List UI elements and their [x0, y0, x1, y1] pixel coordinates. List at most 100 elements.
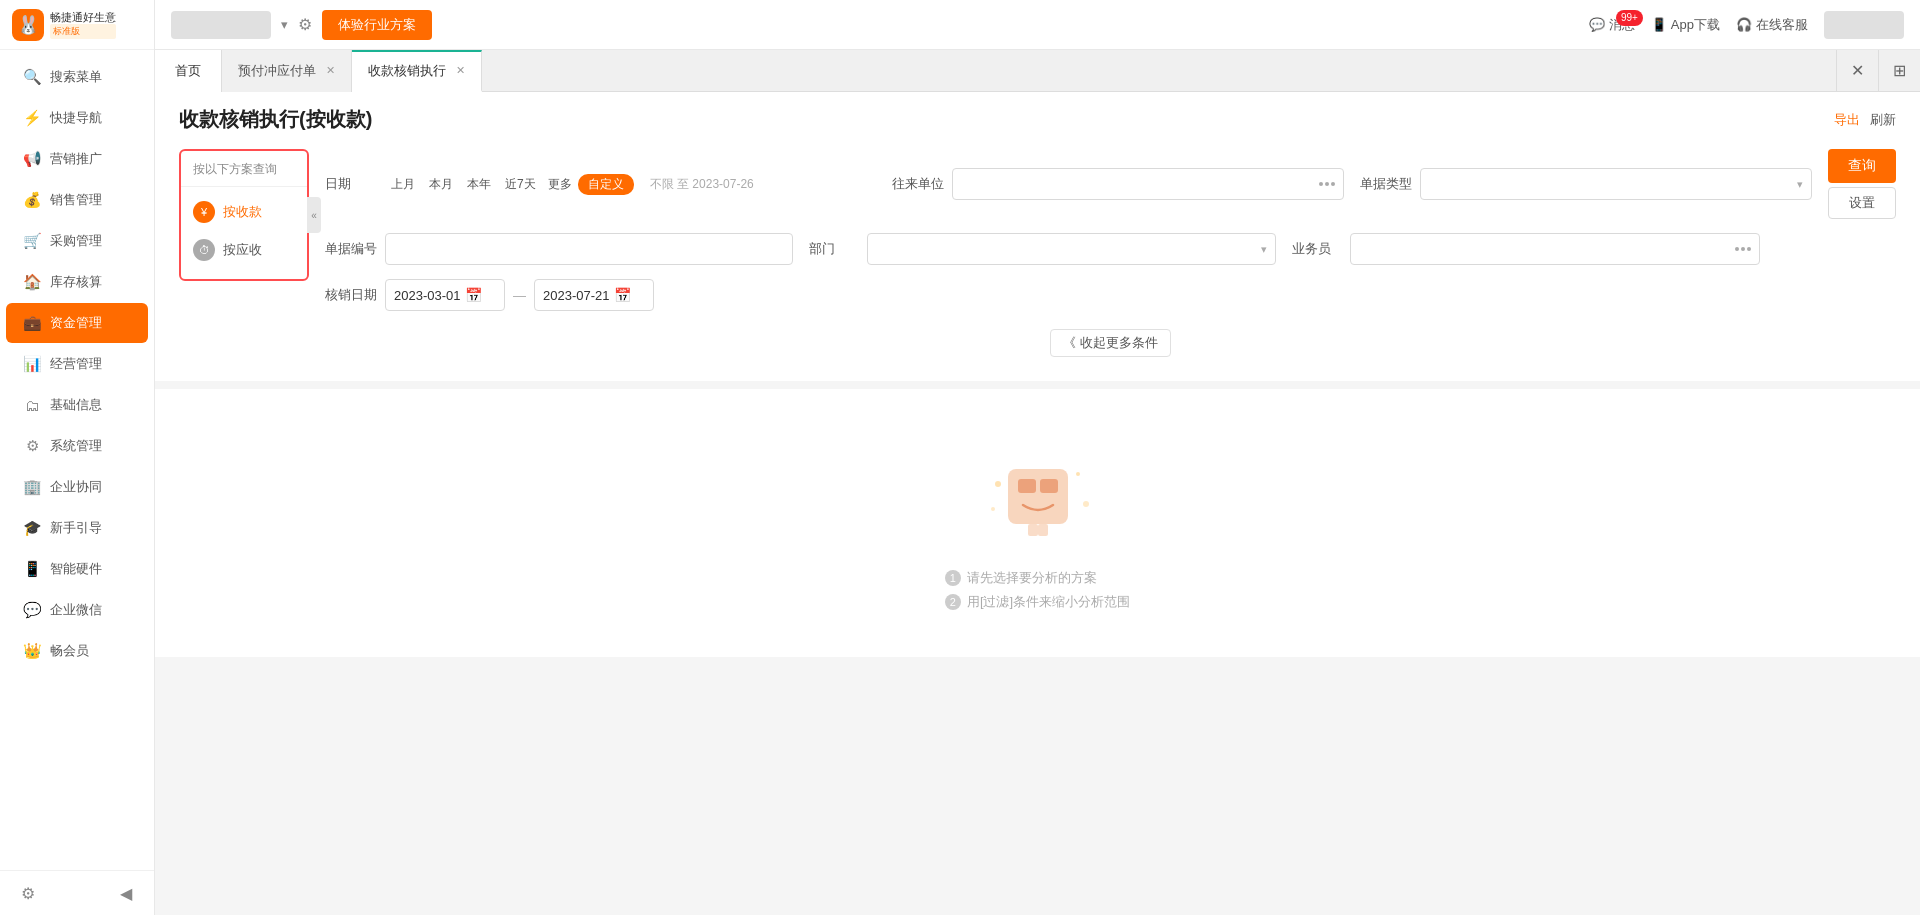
sidebar-item-marketing[interactable]: 📢 营销推广 — [6, 139, 148, 179]
query-button[interactable]: 查询 — [1828, 149, 1896, 183]
tab-prepay[interactable]: 预付冲应付单 ✕ — [222, 50, 352, 92]
filter-by-receipt-label: 按收款 — [223, 203, 262, 221]
receivable-icon: ⏱ — [193, 239, 215, 261]
sidebar-item-inventory[interactable]: 🏠 库存核算 — [6, 262, 148, 302]
staff-dot2 — [1741, 247, 1745, 251]
tab-home[interactable]: 首页 — [155, 50, 222, 92]
sidebar-item-sales[interactable]: 💰 销售管理 — [6, 180, 148, 220]
verify-date-start-calendar-icon[interactable]: 📅 — [465, 287, 482, 303]
collapse-sidebar-icon[interactable]: ◀ — [114, 881, 138, 905]
topbar-chevron-icon[interactable]: ▾ — [281, 17, 288, 32]
export-button[interactable]: 导出 — [1834, 111, 1860, 129]
counterpart-label: 往来单位 — [892, 175, 944, 193]
counterpart-input[interactable] — [952, 168, 1344, 200]
sidebar-item-search[interactable]: 🔍 搜索菜单 — [6, 57, 148, 97]
service-icon: 🎧 — [1736, 17, 1752, 32]
message-icon: 💬 — [1589, 17, 1605, 32]
sidebar-item-quicknav[interactable]: ⚡ 快捷导航 — [6, 98, 148, 138]
sidebar-label-wechat: 企业微信 — [50, 601, 102, 619]
date-last-month-btn[interactable]: 上月 — [385, 174, 421, 195]
sidebar-item-member[interactable]: 👑 畅会员 — [6, 631, 148, 671]
industry-solution-button[interactable]: 体验行业方案 — [322, 10, 432, 40]
settings-button[interactable]: 设置 — [1828, 187, 1896, 219]
sidebar-label-system: 系统管理 — [50, 437, 102, 455]
sidebar-label-newbie: 新手引导 — [50, 519, 102, 537]
sidebar-item-enterprise[interactable]: 🏢 企业协同 — [6, 467, 148, 507]
page-actions: 导出 刷新 — [1834, 111, 1896, 129]
tab-close-all-icon[interactable]: ✕ — [1836, 50, 1878, 92]
staff-input[interactable] — [1350, 233, 1760, 265]
sidebar-item-purchase[interactable]: 🛒 采购管理 — [6, 221, 148, 261]
tab-maximize-icon[interactable]: ⊞ — [1878, 50, 1920, 92]
verify-date-end-input[interactable]: 2023-07-21 📅 — [534, 279, 654, 311]
sidebar-item-newbie[interactable]: 🎓 新手引导 — [6, 508, 148, 548]
dept-select[interactable]: ▾ — [867, 233, 1277, 265]
filter-by-receivable-label: 按应收 — [223, 241, 262, 259]
dot1 — [1319, 182, 1323, 186]
finance-icon: 💼 — [22, 313, 42, 333]
date-7days-btn[interactable]: 近7天 — [499, 174, 542, 195]
messages-button[interactable]: 💬 消息 99+ — [1589, 16, 1635, 34]
empty-hint-1: 1 请先选择要分析的方案 — [945, 569, 1130, 587]
scheme-panel-collapse-icon[interactable]: « — [307, 197, 321, 233]
counterpart-field: 往来单位 — [892, 168, 1344, 200]
sidebar-label-basic: 基础信息 — [50, 396, 102, 414]
app-edition: 标准版 — [50, 24, 116, 39]
doc-no-label: 单据编号 — [325, 240, 377, 258]
app-download-label: App下载 — [1671, 16, 1720, 34]
service-label: 在线客服 — [1756, 16, 1808, 34]
logo-icon: 🐰 — [12, 9, 44, 41]
doc-no-input[interactable] — [385, 233, 793, 265]
doc-no-field: 单据编号 — [325, 233, 793, 265]
verify-date-start-text: 2023-03-01 — [394, 288, 461, 303]
sidebar-label-sales: 销售管理 — [50, 191, 102, 209]
verify-date-end-text: 2023-07-21 — [543, 288, 610, 303]
tabbar: 首页 预付冲应付单 ✕ 收款核销执行 ✕ ✕ ⊞ — [155, 50, 1920, 92]
topbar-gear-icon[interactable]: ⚙ — [298, 15, 312, 34]
date-more-btn[interactable]: 更多 — [544, 174, 576, 195]
refresh-button[interactable]: 刷新 — [1870, 111, 1896, 129]
sidebar-label-hardware: 智能硬件 — [50, 560, 102, 578]
sidebar-item-system[interactable]: ⚙ 系统管理 — [6, 426, 148, 466]
app-icon: 📱 — [1651, 17, 1667, 32]
svg-rect-0 — [1008, 469, 1068, 524]
filter-by-receivable-option[interactable]: ⏱ 按应收 — [181, 231, 307, 269]
empty-hint-2: 2 用[过滤]条件来缩小分析范围 — [945, 593, 1130, 611]
date-custom-btn[interactable]: 自定义 — [578, 174, 634, 195]
hint-num-2: 2 — [945, 594, 961, 610]
settings-footer-icon[interactable]: ⚙ — [16, 881, 40, 905]
app-name: 畅捷通好生意 — [50, 10, 116, 24]
date-this-month-btn[interactable]: 本月 — [423, 174, 459, 195]
verify-date-start-input[interactable]: 2023-03-01 📅 — [385, 279, 505, 311]
sidebar-label-enterprise: 企业协同 — [50, 478, 102, 496]
sidebar-item-hardware[interactable]: 📱 智能硬件 — [6, 549, 148, 589]
sidebar-label-member: 畅会员 — [50, 642, 89, 660]
hint-text-1: 请先选择要分析的方案 — [967, 569, 1097, 587]
wechat-icon: 💬 — [22, 600, 42, 620]
tab-prepay-close-icon[interactable]: ✕ — [326, 64, 335, 77]
user-profile[interactable] — [1824, 11, 1904, 39]
staff-dot3 — [1747, 247, 1751, 251]
sidebar-item-basic[interactable]: 🗂 基础信息 — [6, 385, 148, 425]
date-range-text: 不限 至 2023-07-26 — [650, 176, 876, 193]
filter-area: 按以下方案查询 ¥ 按收款 ⏱ 按应收 « 日期 上 — [155, 133, 1920, 381]
collapse-more-button[interactable]: 《 收起更多条件 — [1050, 329, 1171, 357]
topbar-left: ▾ ⚙ 体验行业方案 — [171, 10, 432, 40]
online-service-button[interactable]: 🎧 在线客服 — [1736, 16, 1808, 34]
svg-point-8 — [1083, 501, 1089, 507]
tab-receivable-close-icon[interactable]: ✕ — [456, 64, 465, 77]
date-this-year-btn[interactable]: 本年 — [461, 174, 497, 195]
verify-date-group: 2023-03-01 📅 — 2023-07-21 📅 — [385, 279, 654, 311]
filter-row-3: 核销日期 2023-03-01 📅 — 2023-07-21 📅 — [325, 279, 1896, 311]
app-download-button[interactable]: 📱 App下载 — [1651, 16, 1720, 34]
verify-date-end-calendar-icon[interactable]: 📅 — [614, 287, 631, 303]
sidebar-item-finance[interactable]: 💼 资金管理 — [6, 303, 148, 343]
dot2 — [1325, 182, 1329, 186]
tab-receivable[interactable]: 收款核销执行 ✕ — [352, 50, 482, 92]
tabbar-right-actions: ✕ ⊞ — [1836, 50, 1920, 92]
sidebar-item-business[interactable]: 📊 经营管理 — [6, 344, 148, 384]
sidebar-label-business: 经营管理 — [50, 355, 102, 373]
sidebar-item-wechat[interactable]: 💬 企业微信 — [6, 590, 148, 630]
doc-type-select[interactable]: ▾ — [1420, 168, 1812, 200]
filter-by-receipt-option[interactable]: ¥ 按收款 — [181, 193, 307, 231]
